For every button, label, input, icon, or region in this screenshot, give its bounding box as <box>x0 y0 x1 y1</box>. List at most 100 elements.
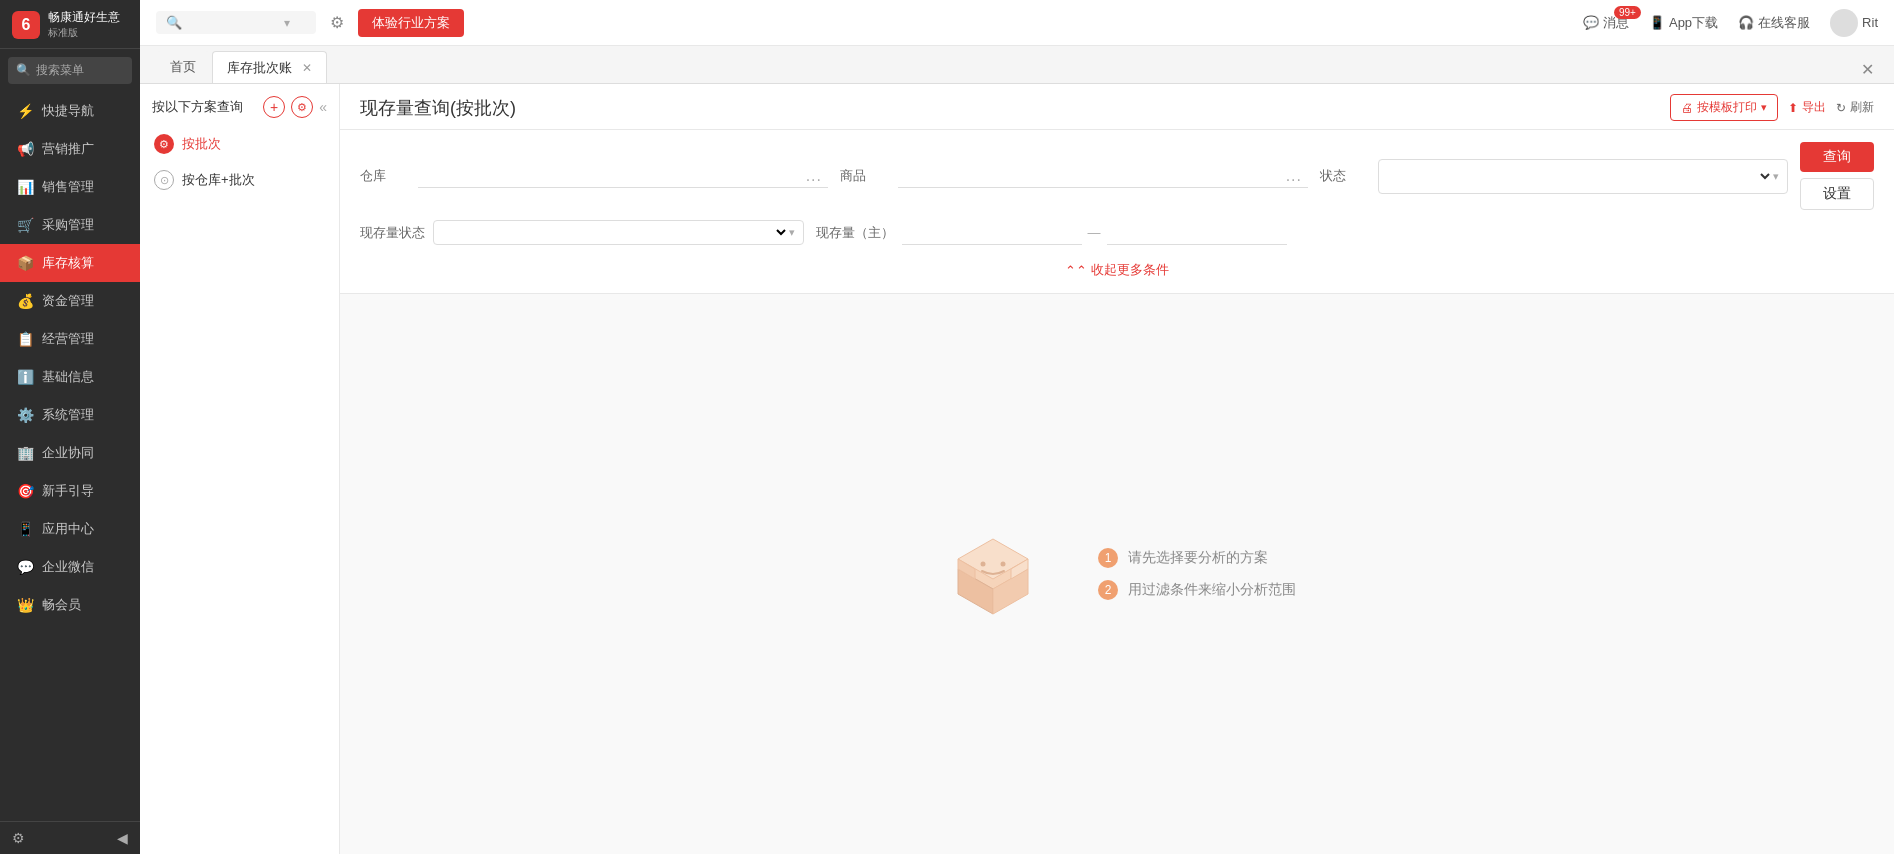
print-btn[interactable]: 🖨 按模板打印 ▾ <box>1670 94 1778 121</box>
product-dots[interactable]: ... <box>1286 167 1302 185</box>
export-btn[interactable]: ⬆ 导出 <box>1788 99 1826 116</box>
topbar-search-dropdown-icon[interactable]: ▾ <box>284 16 290 30</box>
product-label: 商品 <box>840 167 890 185</box>
enterprise-icon: 🏢 <box>16 444 34 462</box>
page-title-actions: 🖨 按模板打印 ▾ ⬆ 导出 ↻ 刷新 <box>1670 94 1874 121</box>
search-menu-item[interactable]: 🔍 搜索菜单 <box>8 57 132 84</box>
tabbar: 首页 库存批次账 ✕ ✕ <box>140 46 1894 84</box>
sidebar-item-finance[interactable]: 💰 资金管理 <box>0 282 140 320</box>
search-icon: 🔍 <box>16 63 31 77</box>
status-select[interactable]: 全部 正常 停用 <box>1387 163 1773 190</box>
settings-bottom-icon[interactable]: ⚙ <box>12 830 25 846</box>
sidebar-item-operations[interactable]: 📋 经营管理 <box>0 320 140 358</box>
sidebar-item-sales[interactable]: 📊 销售管理 <box>0 168 140 206</box>
app-version: 标准版 <box>48 26 120 40</box>
product-input[interactable] <box>904 168 1282 183</box>
app-download-label: App下载 <box>1669 14 1718 32</box>
step-2-num: 2 <box>1098 580 1118 600</box>
print-btn-label: 按模板打印 <box>1697 99 1757 116</box>
warehouse-dots[interactable]: ... <box>806 167 822 185</box>
sidebar-item-quick-nav[interactable]: ⚡ 快捷导航 <box>0 92 140 130</box>
sidebar-item-wechat[interactable]: 💬 企业微信 <box>0 548 140 586</box>
refresh-icon: ↻ <box>1836 101 1846 115</box>
product-input-wrapper[interactable]: ... <box>898 165 1308 188</box>
operations-icon: 📋 <box>16 330 34 348</box>
left-panel: 按以下方案查询 + ⚙ « ⚙ 按批次 ⊙ 按仓库+批次 <box>140 84 340 854</box>
sidebar-bottom: ⚙ ◀ <box>0 821 140 854</box>
step-1-label: 请先选择要分析的方案 <box>1128 549 1268 567</box>
right-content: 现存量查询(按批次) 🖨 按模板打印 ▾ ⬆ 导出 ↻ 刷新 <box>340 84 1894 854</box>
tab-home[interactable]: 首页 <box>156 51 210 83</box>
add-scheme-btn[interactable]: + <box>263 96 285 118</box>
step-1-num: 1 <box>1098 548 1118 568</box>
online-service-label: 在线客服 <box>1758 14 1810 32</box>
sidebar-item-marketing[interactable]: 📢 营销推广 <box>0 130 140 168</box>
sidebar-item-basic[interactable]: ℹ️ 基础信息 <box>0 358 140 396</box>
scheme-item-by-batch[interactable]: ⚙ 按批次 <box>140 126 339 162</box>
inventory-status-select[interactable] <box>442 224 789 241</box>
export-icon: ⬆ <box>1788 101 1798 115</box>
collapse-conditions-btn[interactable]: ⌃⌃ 收起更多条件 <box>360 255 1874 281</box>
filter-row-1: 仓库 ... 商品 ... 状态 <box>360 142 1874 210</box>
warehouse-input-wrapper[interactable]: ... <box>418 165 828 188</box>
sidebar-item-label: 采购管理 <box>42 216 94 234</box>
vip-icon: 👑 <box>16 596 34 614</box>
sidebar-item-apps[interactable]: 📱 应用中心 <box>0 510 140 548</box>
tab-close-icon[interactable]: ✕ <box>302 61 312 75</box>
topbar-gear-icon[interactable]: ⚙ <box>330 13 344 32</box>
filter-group-inv-status: 现存量状态 ▾ <box>360 220 804 245</box>
inventory-qty-to[interactable] <box>1107 221 1287 245</box>
topbar-search-input[interactable] <box>188 16 278 30</box>
filter-settings-btn[interactable]: 设置 <box>1800 178 1874 210</box>
collapse-sidebar-icon[interactable]: ◀ <box>117 830 128 846</box>
app-download-item[interactable]: 📱 App下载 <box>1649 14 1718 32</box>
svg-point-7 <box>1001 562 1006 567</box>
message-icon: 💬 <box>1583 15 1599 30</box>
sidebar-item-system[interactable]: ⚙️ 系统管理 <box>0 396 140 434</box>
sidebar-header: 6 畅康通好生意 标准版 <box>0 0 140 49</box>
scheme-settings-btn[interactable]: ⚙ <box>291 96 313 118</box>
filter-area: 仓库 ... 商品 ... 状态 <box>340 130 1894 294</box>
apps-icon: 📱 <box>16 520 34 538</box>
inventory-icon: 📦 <box>16 254 34 272</box>
range-dash: — <box>1088 225 1101 240</box>
print-dropdown-icon[interactable]: ▾ <box>1761 101 1767 114</box>
page-title: 现存量查询(按批次) <box>360 96 516 120</box>
headset-icon: 🎧 <box>1738 15 1754 30</box>
user-item[interactable]: Rit <box>1830 9 1878 37</box>
basic-icon: ℹ️ <box>16 368 34 386</box>
query-btn[interactable]: 查询 <box>1800 142 1874 172</box>
message-item[interactable]: 💬 消息 99+ <box>1583 14 1629 32</box>
global-close-icon[interactable]: ✕ <box>1857 56 1878 83</box>
sidebar-item-enterprise[interactable]: 🏢 企业协同 <box>0 434 140 472</box>
inventory-status-select-wrapper[interactable]: ▾ <box>433 220 804 245</box>
wechat-icon: 💬 <box>16 558 34 576</box>
message-badge: 99+ <box>1614 6 1641 19</box>
topbar-search-icon: 🔍 <box>166 15 182 30</box>
tab-home-label: 首页 <box>170 58 196 76</box>
topbar: 🔍 ▾ ⚙ 体验行业方案 💬 消息 99+ 📱 App下载 🎧 在线客服 Rit <box>140 0 1894 46</box>
page-title-bar: 现存量查询(按批次) 🖨 按模板打印 ▾ ⬆ 导出 ↻ 刷新 <box>340 84 1894 130</box>
topbar-right: 💬 消息 99+ 📱 App下载 🎧 在线客服 Rit <box>1583 9 1878 37</box>
filter-row-2: 现存量状态 ▾ 现存量（主） — <box>360 220 1874 245</box>
tab-inventory-batch[interactable]: 库存批次账 ✕ <box>212 51 327 83</box>
sidebar-item-purchase[interactable]: 🛒 采购管理 <box>0 206 140 244</box>
scheme-label: 按仓库+批次 <box>182 171 255 189</box>
trial-btn[interactable]: 体验行业方案 <box>358 9 464 37</box>
scheme-item-by-warehouse-batch[interactable]: ⊙ 按仓库+批次 <box>140 162 339 198</box>
sidebar-item-guide[interactable]: 🎯 新手引导 <box>0 472 140 510</box>
topbar-search-area[interactable]: 🔍 ▾ <box>156 11 316 34</box>
finance-icon: 💰 <box>16 292 34 310</box>
sidebar-item-vip[interactable]: 👑 畅会员 <box>0 586 140 624</box>
status-select-wrapper[interactable]: 全部 正常 停用 ▾ <box>1378 159 1788 194</box>
inventory-qty-from[interactable] <box>902 221 1082 245</box>
refresh-btn[interactable]: ↻ 刷新 <box>1836 99 1874 116</box>
panel-collapse-btn[interactable]: « <box>319 99 327 115</box>
warehouse-input[interactable] <box>424 168 802 183</box>
sidebar-item-label: 营销推广 <box>42 140 94 158</box>
sidebar-item-label: 新手引导 <box>42 482 94 500</box>
sidebar-item-label: 销售管理 <box>42 178 94 196</box>
online-service-item[interactable]: 🎧 在线客服 <box>1738 14 1810 32</box>
sidebar: 6 畅康通好生意 标准版 🔍 搜索菜单 ⚡ 快捷导航 📢 营销推广 📊 销售管理… <box>0 0 140 854</box>
sidebar-item-inventory[interactable]: 📦 库存核算 <box>0 244 140 282</box>
